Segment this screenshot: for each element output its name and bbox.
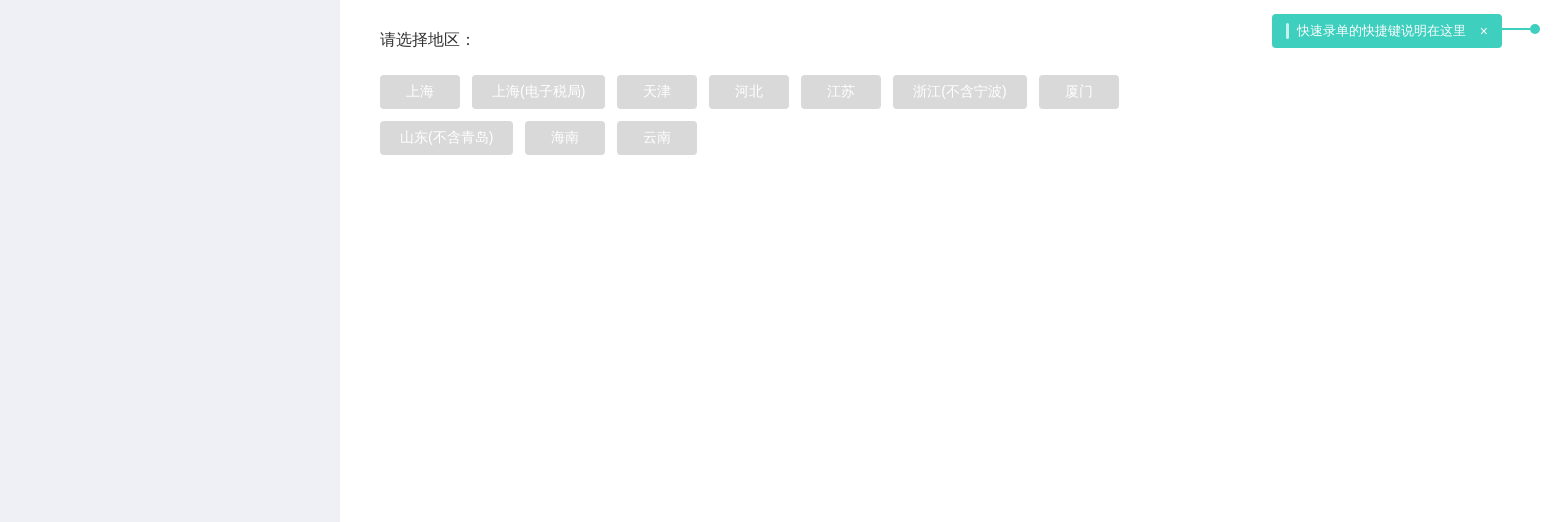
tooltip-close-icon[interactable]: × — [1480, 23, 1488, 39]
region-buttons-row1: 上海上海(电子税局) 天津河北江苏浙江(不含宁波) 厦门 — [380, 75, 1522, 109]
tooltip-bar: 快速录单的快捷键说明在这里 × — [1272, 14, 1502, 48]
main-content: 请选择地区： 上海上海(电子税局)天津河北江苏浙江(不含宁波)厦门 山东(不含青… — [340, 0, 1562, 522]
region-btn-shandong[interactable]: 山东(不含青岛) — [380, 121, 513, 155]
region-btn-zhejiang[interactable]: 浙江(不含宁波) — [893, 75, 1026, 109]
region-btn-tianjin[interactable]: 天津 — [617, 75, 697, 109]
region-btn-hainan[interactable]: 海南 — [525, 121, 605, 155]
region-btn-xiamen[interactable]: 厦门 — [1039, 75, 1119, 109]
region-btn-hebei[interactable]: 河北 — [709, 75, 789, 109]
tooltip-text: 快速录单的快捷键说明在这里 — [1297, 22, 1466, 40]
region-btn-shanghai[interactable]: 上海 — [380, 75, 460, 109]
tooltip-dot — [1530, 24, 1540, 34]
tooltip-accent — [1286, 23, 1289, 39]
region-buttons-row2: 山东(不含青岛) 海南云南 — [380, 121, 1522, 155]
sidebar — [0, 0, 340, 522]
region-btn-jiangsu[interactable]: 江苏 — [801, 75, 881, 109]
region-btn-shanghai-etax[interactable]: 上海(电子税局) — [472, 75, 605, 109]
tooltip-connector-line — [1500, 28, 1530, 30]
region-btn-yunnan[interactable]: 云南 — [617, 121, 697, 155]
